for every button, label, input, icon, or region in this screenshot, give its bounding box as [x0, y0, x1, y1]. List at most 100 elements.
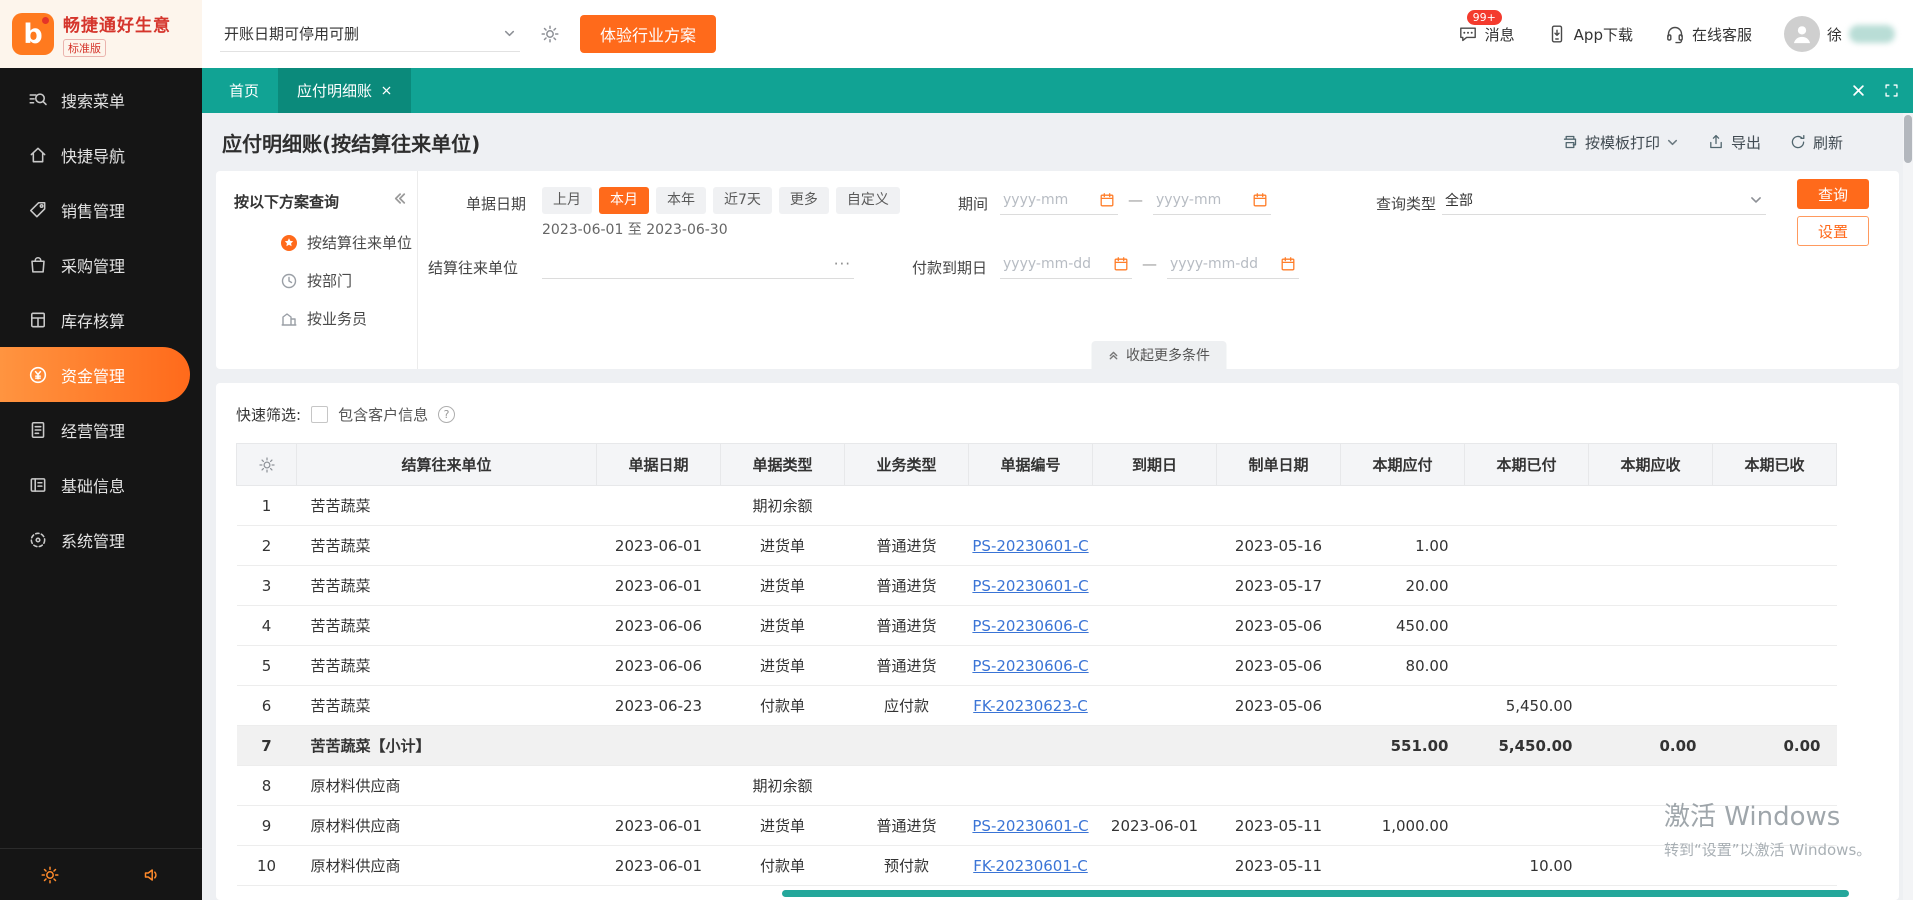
filter-buttons: 查询 设置: [1797, 179, 1869, 246]
sidebar-item[interactable]: 基础信息: [0, 457, 202, 512]
scheme-panel: 按以下方案查询 按结算往来单位 按部门按业务员: [216, 171, 418, 369]
scheme-item[interactable]: 按结算往来单位: [280, 232, 417, 253]
column-header[interactable]: 业务类型: [844, 443, 969, 486]
sidebar-item[interactable]: 采购管理: [0, 237, 202, 292]
table-row[interactable]: 5 苦苦蔬菜 2023-06-06 进货单 普通进货 PS-20230606-C 2023-…: [236, 645, 1837, 686]
industry-solution-button[interactable]: 体验行业方案: [580, 15, 717, 53]
doc-number-link[interactable]: PS-20230601-C: [972, 817, 1088, 835]
partner-input[interactable]: ···: [542, 249, 854, 279]
table-row[interactable]: 4 苦苦蔬菜 2023-06-06 进货单 普通进货 PS-20230606-C 2023-…: [236, 605, 1837, 646]
due-start-input[interactable]: yyyy-mm-dd: [1000, 249, 1132, 279]
collapse-left-icon[interactable]: [392, 191, 407, 206]
query-type-select[interactable]: 全部: [1442, 185, 1766, 215]
date-range-pill[interactable]: 上月: [542, 187, 592, 214]
table-row[interactable]: 7 苦苦蔬菜【小计】 551.00 5,450.00 0.00 0.00: [236, 725, 1837, 766]
table-row[interactable]: 3 苦苦蔬菜 2023-06-01 进货单 普通进货 PS-20230601-C 2023-…: [236, 565, 1837, 606]
period-start-input[interactable]: yyyy-mm: [1000, 185, 1118, 215]
date-range-pill[interactable]: 本月: [599, 187, 649, 214]
sidebar-item[interactable]: 经营管理: [0, 402, 202, 457]
page-title: 应付明细账(按结算往来单位): [222, 131, 481, 156]
search-button[interactable]: 查询: [1797, 179, 1869, 209]
bag-icon: [28, 255, 48, 275]
watermark-line1: 激活 Windows: [1664, 802, 1841, 832]
column-header[interactable]: 单据编号: [968, 443, 1093, 486]
topbar-right: 99+ 消息 App下载 在线客服 徐: [1458, 9, 1895, 52]
brand-logo-letter: b: [23, 18, 43, 50]
include-customer-label: 包含客户信息: [338, 405, 429, 424]
column-header[interactable]: 本期应付: [1340, 443, 1465, 486]
include-customer-checkbox[interactable]: [311, 405, 329, 423]
column-header[interactable]: 结算往来单位: [296, 443, 597, 486]
doc-number-link[interactable]: PS-20230601-C: [972, 537, 1088, 555]
print-template-button[interactable]: 按模板打印: [1561, 132, 1679, 153]
more-options-button[interactable]: ···: [834, 255, 851, 273]
column-settings-button[interactable]: [236, 443, 297, 486]
sidebar-nav: 搜索菜单 快捷导航 销售管理 采购管理 库存核算 资金管理 经营管理 基础信息 系统管理: [0, 68, 202, 848]
period-end-input[interactable]: yyyy-mm: [1153, 185, 1271, 215]
sidebar-item[interactable]: 库存核算: [0, 292, 202, 347]
vertical-scrollbar[interactable]: [1903, 113, 1913, 900]
date-range-pill[interactable]: 自定义: [835, 187, 900, 214]
scheme-item[interactable]: 按部门: [280, 270, 417, 291]
date-range-pill[interactable]: 近7天: [713, 187, 772, 214]
sidebar-item[interactable]: 资金管理: [0, 347, 190, 402]
table-row[interactable]: 10 原材料供应商 2023-06-01 付款单 预付款 FK-20230601-C 202…: [236, 845, 1837, 886]
table-row[interactable]: 2 苦苦蔬菜 2023-06-01 进货单 普通进货 PS-20230601-C 2023-…: [236, 525, 1837, 566]
app-download-menu[interactable]: App下载: [1547, 24, 1633, 45]
tab-item[interactable]: 首页: [210, 68, 278, 113]
messages-menu[interactable]: 99+ 消息: [1458, 9, 1515, 45]
help-icon[interactable]: ?: [438, 405, 456, 423]
sidebar-settings-gear-icon[interactable]: [40, 865, 60, 885]
column-header[interactable]: 到期日: [1092, 443, 1217, 486]
brand-name: 畅捷通好生意: [63, 16, 171, 36]
sidebar-item[interactable]: 销售管理: [0, 182, 202, 237]
doc-number-link[interactable]: FK-20230623-C: [973, 697, 1088, 715]
doc-number-link[interactable]: PS-20230606-C: [972, 617, 1088, 635]
doc-number-link[interactable]: PS-20230601-C: [972, 577, 1088, 595]
column-header[interactable]: 制单日期: [1216, 443, 1341, 486]
close-icon[interactable]: [1851, 83, 1866, 98]
doc-number-link[interactable]: FK-20230601-C: [973, 857, 1088, 875]
column-header[interactable]: 本期已付: [1464, 443, 1589, 486]
doc-number-link[interactable]: PS-20230606-C: [972, 657, 1088, 675]
column-header[interactable]: 本期已收: [1712, 443, 1837, 486]
sidebar-item[interactable]: 快捷导航: [0, 127, 202, 182]
column-header[interactable]: 本期应收: [1588, 443, 1713, 486]
column-header[interactable]: 单据日期: [596, 443, 721, 486]
settings-button[interactable]: 设置: [1797, 216, 1869, 246]
table-row[interactable]: 8 原材料供应商 期初余额: [236, 765, 1837, 806]
refresh-button[interactable]: 刷新: [1789, 132, 1843, 153]
table-row[interactable]: 9 原材料供应商 2023-06-01 进货单 普通进货 PS-20230601-C 202…: [236, 805, 1837, 846]
tab-close-icon[interactable]: [381, 85, 392, 96]
horizontal-scrollbar-thumb[interactable]: [782, 890, 1849, 897]
opening-period-dropdown[interactable]: 开账日期可停用可删: [220, 16, 520, 52]
query-type-value: 全部: [1445, 192, 1473, 209]
box-icon: [28, 310, 48, 330]
online-service-menu[interactable]: 在线客服: [1665, 24, 1752, 45]
column-header[interactable]: 单据类型: [720, 443, 845, 486]
page-content: 应付明细账(按结算往来单位) 按模板打印 导出 刷新 按以下方案查询 按结算往来…: [202, 113, 1913, 900]
due-end-input[interactable]: yyyy-mm-dd: [1167, 249, 1299, 279]
scheme-title: 按以下方案查询: [234, 193, 340, 211]
table-row[interactable]: 6 苦苦蔬菜 2023-06-23 付款单 应付款 FK-20230623-C 2023-0…: [236, 685, 1837, 726]
user-menu[interactable]: 徐: [1783, 16, 1895, 52]
page-header: 应付明细账(按结算往来单位) 按模板打印 导出 刷新: [216, 113, 1899, 171]
announcement-speaker-icon[interactable]: [142, 865, 162, 885]
windows-activation-watermark: 激活 Windows 转到“设置”以激活 Windows。: [1664, 796, 1871, 860]
sidebar-item[interactable]: 搜索菜单: [0, 72, 202, 127]
settings-gear-icon[interactable]: [540, 24, 560, 44]
opening-period-value: 开账日期可停用可删: [224, 25, 360, 43]
due-date-label: 付款到期日: [912, 259, 988, 277]
watermark-line2: 转到“设置”以激活 Windows。: [1664, 841, 1872, 859]
date-range-pill[interactable]: 更多: [778, 187, 829, 214]
fullscreen-icon[interactable]: [1884, 83, 1899, 98]
tab-item[interactable]: 应付明细账: [278, 68, 412, 113]
scheme-items: 按结算往来单位 按部门按业务员: [234, 232, 417, 329]
export-button[interactable]: 导出: [1707, 132, 1761, 153]
sidebar-item[interactable]: 系统管理: [0, 512, 202, 567]
table-row[interactable]: 1 苦苦蔬菜 期初余额: [236, 485, 1837, 526]
date-range-pill[interactable]: 本年: [656, 187, 706, 214]
collapse-more-button[interactable]: 收起更多条件: [1091, 341, 1226, 369]
vertical-scrollbar-thumb[interactable]: [1904, 115, 1912, 163]
scheme-item[interactable]: 按业务员: [280, 308, 417, 329]
